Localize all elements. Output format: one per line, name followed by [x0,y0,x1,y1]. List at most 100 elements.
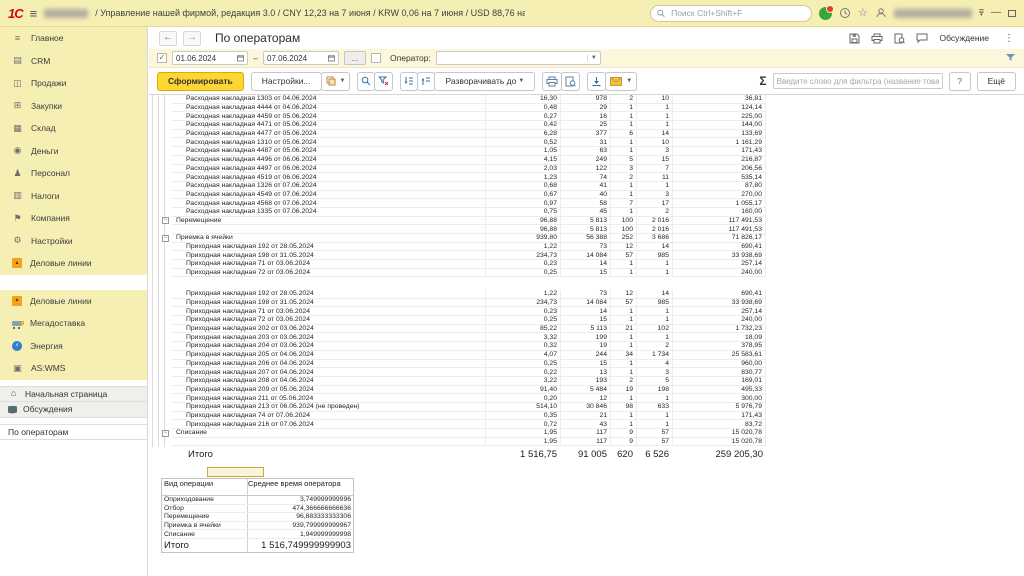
calendar-icon[interactable] [328,54,336,62]
sidebar-item-dengi[interactable]: ◉ Деньги [0,140,147,163]
report-row[interactable]: Приходная накладная 213 от 06.06.2024 (н… [148,402,768,412]
sidebar-item-energiya[interactable]: ⚡ Энергия [0,335,147,358]
operator-combo[interactable]: ▼ [435,51,601,65]
report-row[interactable]: Расходная накладная 4568 от 07.06.2024 0,… [148,199,768,208]
summary-row[interactable]: Оприходование 3,749999999996 [162,496,353,505]
report-row[interactable]: Расходная накладная 4549 от 07.06.2024 0,… [148,190,768,200]
preview-icon[interactable] [894,33,906,44]
discussion-label[interactable]: Обсуждение [939,33,989,43]
report-row[interactable]: 1,95 117 9 57 15 020,78 [148,437,768,447]
report-row[interactable]: Расходная накладная 4471 от 05.06.2024 0,… [148,121,768,130]
date-from-input[interactable] [176,53,235,63]
report-variants-button[interactable]: ▼ [320,71,351,91]
sum-selected-icon[interactable]: Σ [759,74,766,88]
report-row[interactable]: Приходная накладная 198 от 31.05.2024 234… [148,298,768,308]
report-row[interactable]: Приходная накладная 206 от 04.06.2024 0,2… [148,359,768,369]
report-row[interactable]: Расходная накладная 4497 от 06.06.2024 2,… [148,164,768,174]
report-row[interactable]: Приходная накладная 74 от 07.06.2024 0,35… [148,411,768,421]
sidebar-item-delovye-linii-2[interactable]: ▲ Деловые линии [0,290,147,313]
report-row[interactable]: Приходная накладная 202 от 03.06.2024 85,… [148,324,768,334]
sidebar-item-sklad[interactable]: ▦ Склад [0,117,147,140]
report-row[interactable]: Расходная накладная 4444 от 04.06.2024 0,… [148,103,768,113]
save-file-button[interactable] [587,71,607,91]
minimize-icon[interactable]: — [991,8,1001,18]
help-button[interactable]: ? [948,71,971,91]
tab-discussions[interactable]: Обсуждения [0,401,147,418]
report-row[interactable]: Приходная накладная 192 от 28.05.2024 1,2… [148,290,768,299]
report-row[interactable]: Приходная накладная 72 от 03.06.2024 0,25… [148,268,768,278]
collapse-group-icon[interactable]: − [162,234,169,242]
history-icon[interactable] [839,7,851,19]
report-row[interactable]: Приходная накладная 198 от 31.05.2024 234… [148,251,768,261]
sidebar-item-personal[interactable]: ♟ Персонал [0,162,147,185]
sidebar-item-kompaniya[interactable]: ⚑ Компания [0,207,147,230]
report-row[interactable]: − Приемка в ячейки 939,80 56 388 252 3 686 71 … [148,234,768,243]
sidebar-item-glavnoe[interactable]: ≡ Главное [0,27,147,50]
report-row[interactable]: Расходная накладная 1303 от 04.06.2024 16… [148,95,768,104]
report-row[interactable]: Приходная накладная 203 от 03.06.2024 3,3… [148,333,768,343]
selected-cell[interactable] [207,467,264,477]
quick-filter-field[interactable] [772,73,943,89]
sidebar-item-delovye-linii[interactable]: ▲ Деловые линии [0,252,147,275]
sidebar-item-prodazhi[interactable]: ◫ Продажи [0,72,147,95]
report-row[interactable]: Расходная накладная 4519 от 06.06.2024 1,… [148,173,768,182]
operator-checkbox[interactable] [371,53,382,63]
report-row[interactable]: Расходная накладная 4459 от 05.06.2024 0,… [148,112,768,122]
user-icon[interactable] [875,7,887,19]
print-preview-button[interactable] [561,71,581,91]
report-row[interactable]: Приходная накладная 205 от 04.06.2024 4,0… [148,350,768,360]
report-row[interactable]: Приходная накладная 71 от 03.06.2024 0,23… [148,260,768,269]
sidebar-item-as-wms[interactable]: ▣ AS:WMS [0,357,147,380]
report-row[interactable]: 96,88 5 813 100 2 016 117 491,53 [148,225,768,234]
report-row[interactable]: Расходная накладная 4477 от 05.06.2024 6,… [148,129,768,139]
report-row[interactable]: Расходная накладная 1326 от 07.06.2024 0,… [148,181,768,191]
more-button[interactable]: Ещё [976,71,1016,91]
date-to-input[interactable] [267,53,326,63]
operator-input[interactable] [439,53,584,63]
global-search[interactable] [649,4,812,22]
more-menu-icon[interactable]: ⋮ [1004,33,1014,44]
report-row[interactable]: Приходная накладная 211 от 05.06.2024 0,2… [148,394,768,403]
calendar-icon[interactable] [237,54,244,62]
summary-row[interactable]: Списание 1,949999999998 [162,530,353,539]
report-row[interactable]: − Списание 1,95 117 9 57 15 020,78 [148,429,768,438]
report-row[interactable]: Приходная накладная 207 от 04.06.2024 0,2… [148,368,768,377]
find-button[interactable] [357,71,376,91]
collapse-group-icon[interactable]: − [162,429,169,437]
support-notifications-icon[interactable] [818,4,834,20]
quick-filter-input[interactable] [776,76,939,86]
period-picker-button[interactable]: ... [344,51,367,65]
report-row[interactable]: Приходная накладная 208 от 04.06.2024 3,2… [148,376,768,386]
report-row[interactable]: − Перемещение 96,88 5 813 100 2 016 117 491,53 [148,216,768,226]
print-button[interactable] [542,71,563,91]
collapse-group-icon[interactable]: − [162,217,169,225]
date-to-field[interactable] [263,51,340,65]
chevron-down-icon[interactable]: ▼ [586,55,597,61]
forward-button[interactable]: → [183,30,201,46]
discussion-icon[interactable] [916,33,928,44]
settings-button[interactable]: Настройки... [250,71,322,91]
filter-settings-icon[interactable] [1005,53,1016,63]
summary-total-row[interactable]: Итого 1 516,749999999903 [162,538,353,552]
collapse-rows-button[interactable] [417,71,436,91]
sidebar-item-megadostavka[interactable]: Мегадоставка [0,312,147,335]
sidebar-item-nalogi[interactable]: ▥ Налоги [0,185,147,208]
report-row[interactable]: Расходная накладная 1310 от 05.06.2024 0,… [148,138,768,148]
tab-by-operators[interactable]: По операторам [0,423,147,440]
period-checkbox[interactable]: ✓ [157,53,167,63]
sidebar-item-zakupki[interactable]: ⊞ Закупки [0,95,147,118]
sidebar-item-crm[interactable]: ▤ CRM [0,50,147,73]
report-row[interactable]: Расходная накладная 4487 от 05.06.2024 1,… [148,147,768,156]
generate-button[interactable]: Сформировать [157,71,244,91]
print-icon[interactable] [871,33,883,44]
favorites-icon[interactable]: ☆ [858,7,868,19]
summary-row[interactable]: Приемка в ячейки 939,799999999967 [162,521,353,531]
restore-window-icon[interactable] [1008,9,1016,17]
report-row[interactable]: Приходная накладная 71 от 03.06.2024 0,23… [148,307,768,317]
report-row[interactable]: Приходная накладная 192 от 28.05.2024 1,2… [148,242,768,252]
tab-home[interactable]: ⌂ Начальная страница [0,385,147,402]
date-from-field[interactable] [172,51,248,65]
report-row[interactable]: Расходная накладная 1335 от 07.06.2024 0,… [148,207,768,217]
clear-filter-button[interactable] [374,71,394,91]
back-button[interactable]: ← [159,30,177,46]
